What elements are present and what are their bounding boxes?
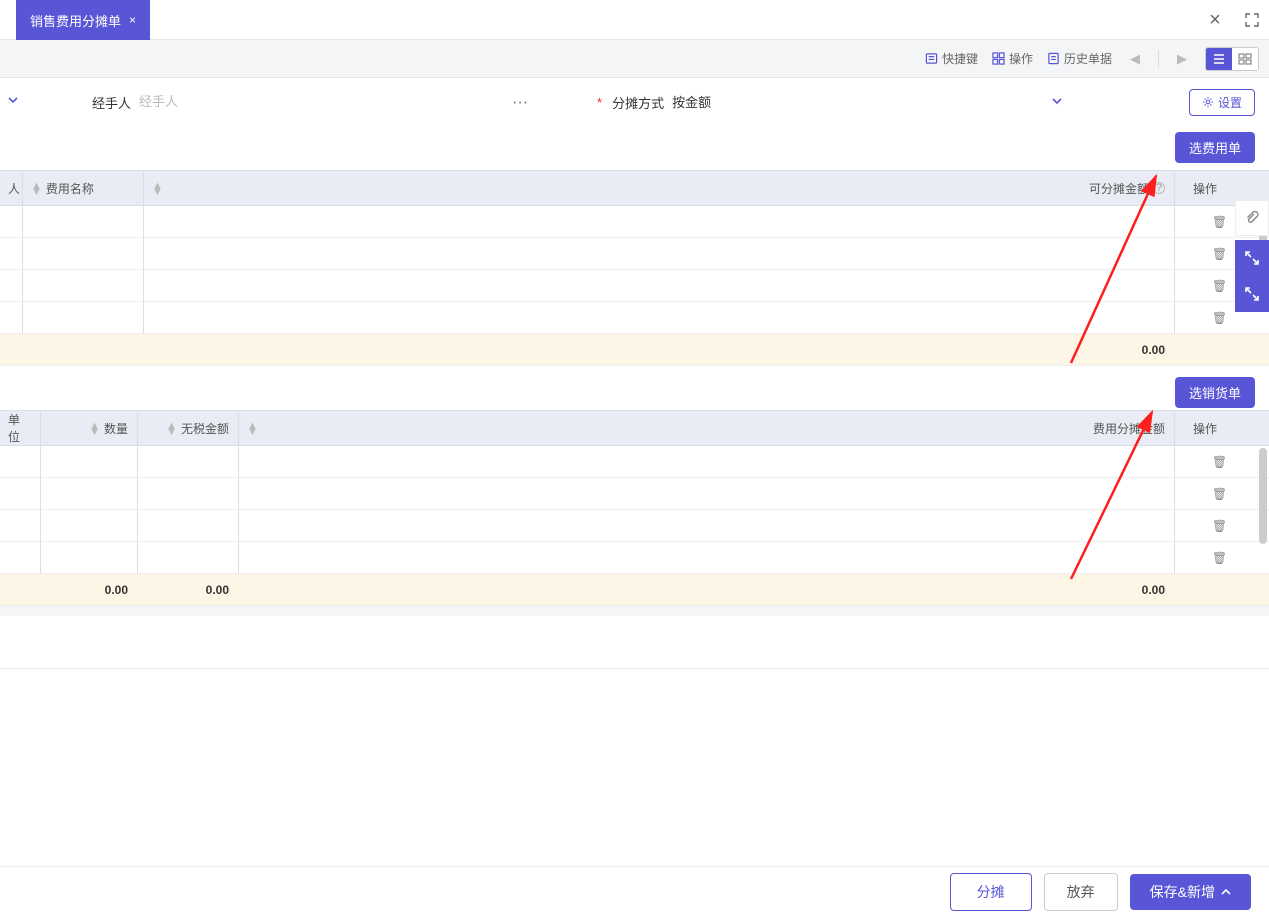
col-fee-name[interactable]: ▲▼ 费用名称 (23, 171, 143, 205)
table-row (0, 510, 1269, 542)
delete-row-icon[interactable] (1193, 455, 1246, 469)
delete-row-icon[interactable] (1193, 311, 1246, 325)
table-row (0, 302, 1269, 334)
sort-icon[interactable]: ▲▼ (152, 182, 163, 194)
col-spacer[interactable]: ▲▼ (144, 171, 1034, 205)
table-row (0, 542, 1269, 574)
view-toggle (1205, 47, 1259, 71)
col-spacer2[interactable]: ▲▼ (239, 411, 1034, 445)
col-operation2: 操作 (1175, 411, 1255, 445)
table2-scrollbar[interactable] (1259, 448, 1267, 544)
history-button[interactable]: 历史单据 (1047, 50, 1112, 67)
fullscreen-icon[interactable] (1243, 11, 1261, 29)
sales-table: 单位 ▲▼ 数量 ▲▼ 无税金额 ▲▼ 费用分摊金额 操作 (0, 410, 1269, 606)
history-label: 历史单据 (1064, 50, 1112, 67)
sort-icon[interactable]: ▲▼ (31, 182, 42, 194)
col-notax[interactable]: ▲▼ 无税金额 (138, 411, 238, 445)
total-notax: 0.00 (138, 574, 238, 605)
active-tab[interactable]: 销售费用分摊单 × (16, 0, 150, 40)
tab-close-icon[interactable]: × (129, 13, 136, 27)
collapse-chevron-icon[interactable] (6, 93, 20, 112)
save-new-button[interactable]: 保存&新增 (1130, 874, 1251, 910)
attachment-icon[interactable] (1235, 200, 1269, 236)
view-grid-icon[interactable] (1232, 48, 1258, 70)
table1-toolbar: 选费用单 (0, 126, 1269, 170)
col-alloc-amount2[interactable]: 费用分摊金额 (1034, 411, 1174, 445)
chevron-up-icon (1221, 887, 1231, 897)
select-sales-button[interactable]: 选销货单 (1175, 377, 1255, 408)
distribute-button[interactable]: 分摊 (950, 873, 1032, 911)
required-marker: * (597, 95, 602, 110)
expand-out-icon[interactable] (1235, 240, 1269, 276)
window-close-icon[interactable]: × (1199, 4, 1231, 36)
tab-bar: 销售费用分摊单 × × (0, 0, 1269, 40)
notes-area[interactable] (0, 616, 1269, 668)
table-row (0, 206, 1269, 238)
view-list-icon[interactable] (1206, 48, 1232, 70)
method-label: 分摊方式 (612, 93, 664, 112)
side-dock (1235, 200, 1269, 312)
next-record-icon[interactable]: ▶ (1173, 51, 1191, 67)
handler-lookup-icon[interactable]: ··· (507, 95, 535, 110)
form-filter-row: 经手人 ··· * 分摊方式 设置 (0, 78, 1269, 126)
shortcut-label: 快捷键 (942, 50, 978, 67)
method-chevron-icon[interactable] (1050, 94, 1064, 111)
table-row (0, 238, 1269, 270)
col-qty[interactable]: ▲▼ 数量 (41, 411, 137, 445)
footer-bar: 分摊 放弃 保存&新增 (0, 866, 1269, 916)
sort-icon[interactable]: ▲▼ (89, 422, 100, 434)
table1-header: 人 ▲▼ 费用名称 ▲▼ 可分摊金额 ? 操作 (0, 170, 1269, 206)
sort-icon[interactable]: ▲▼ (166, 422, 177, 434)
delete-row-icon[interactable] (1193, 519, 1246, 533)
table1-total-row: 0.00 (0, 334, 1269, 366)
section-gap (0, 606, 1269, 616)
action-toolbar: 快捷键 操作 历史单据 ◀ ▶ (0, 40, 1269, 78)
select-expense-button[interactable]: 选费用单 (1175, 132, 1255, 163)
operate-label: 操作 (1009, 50, 1033, 67)
prev-record-icon[interactable]: ◀ (1126, 51, 1144, 67)
settings-button[interactable]: 设置 (1189, 89, 1255, 116)
shortcut-button[interactable]: 快捷键 (925, 50, 978, 67)
handler-label: 经手人 (92, 93, 131, 112)
method-select[interactable] (672, 90, 1042, 114)
save-label: 保存&新增 (1150, 882, 1215, 902)
total-amount: 0.00 (1034, 334, 1174, 365)
table-row (0, 478, 1269, 510)
settings-label: 设置 (1218, 94, 1242, 111)
separator (1158, 50, 1159, 68)
sort-icon[interactable]: ▲▼ (247, 422, 258, 434)
tab-title: 销售费用分摊单 (30, 11, 121, 30)
delete-row-icon[interactable] (1193, 551, 1246, 565)
table-row (0, 446, 1269, 478)
table2-toolbar: 选销货单 (0, 366, 1269, 410)
total-alloc: 0.00 (1034, 574, 1174, 605)
expand-in-icon[interactable] (1235, 276, 1269, 312)
info-icon[interactable]: ? (1153, 182, 1165, 194)
delete-row-icon[interactable] (1193, 487, 1246, 501)
col-alloc-amount[interactable]: 可分摊金额 ? (1034, 171, 1174, 205)
handler-input[interactable] (139, 90, 499, 114)
table-row (0, 270, 1269, 302)
divider (0, 668, 1269, 669)
expense-table: 人 ▲▼ 费用名称 ▲▼ 可分摊金额 ? 操作 (0, 170, 1269, 366)
table2-total-row: 0.00 0.00 0.00 (0, 574, 1269, 606)
col-left-partial: 人 (0, 171, 22, 205)
col-unit[interactable]: 单位 (0, 411, 40, 445)
discard-button[interactable]: 放弃 (1044, 873, 1118, 911)
total-qty: 0.00 (41, 574, 137, 605)
table2-header: 单位 ▲▼ 数量 ▲▼ 无税金额 ▲▼ 费用分摊金额 操作 (0, 410, 1269, 446)
operate-button[interactable]: 操作 (992, 50, 1033, 67)
